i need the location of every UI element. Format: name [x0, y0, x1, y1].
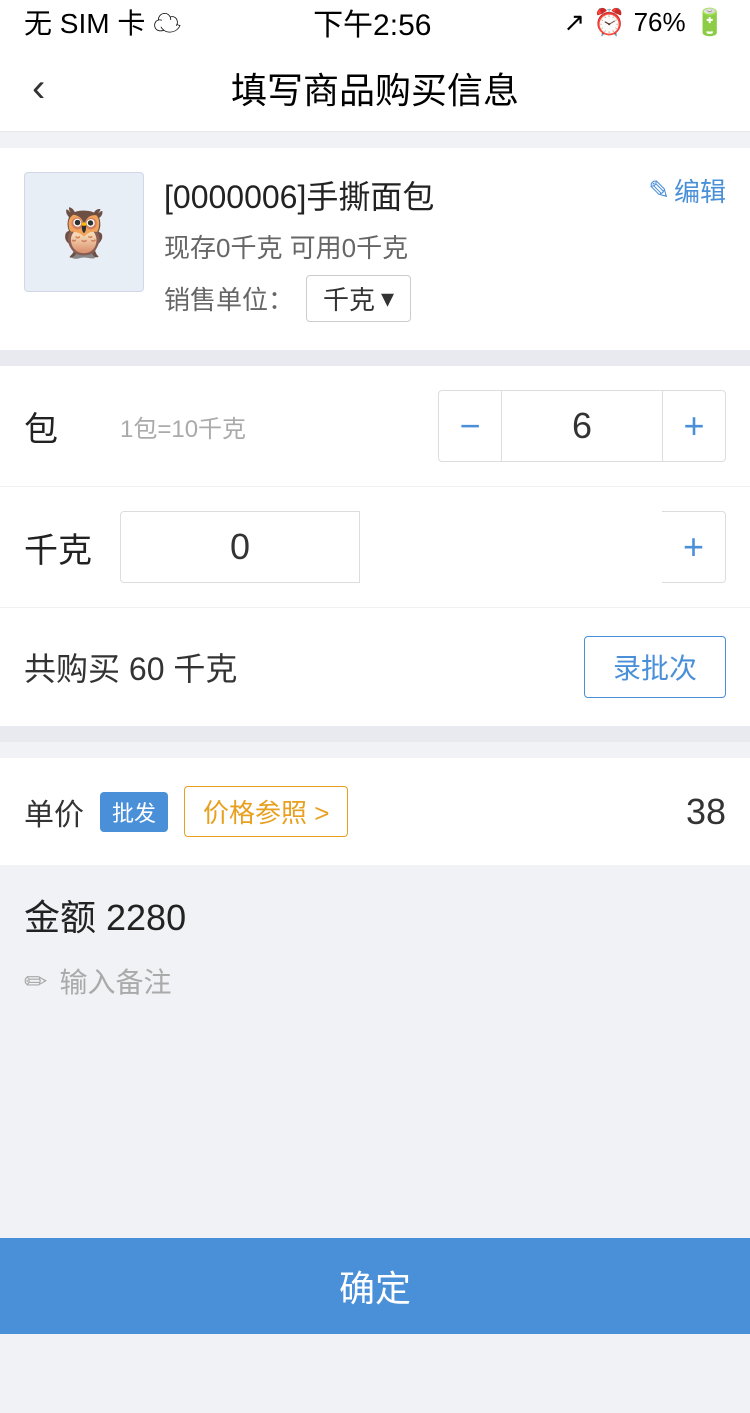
status-left: 无 SIM 卡 ☁	[24, 2, 181, 42]
page-title: 填写商品购买信息	[231, 62, 519, 114]
battery-level: 76%	[634, 7, 686, 38]
section-divider-2	[0, 726, 750, 742]
package-quantity-control: − +	[438, 390, 726, 462]
price-value: 38	[686, 791, 726, 833]
package-hint: 1包=10千克	[120, 409, 422, 444]
amount-label: 金额	[24, 897, 106, 938]
unit-label: 销售单位：	[164, 280, 294, 317]
kg-row: 千克 +	[0, 487, 750, 608]
product-card: 🦉 [0000006]手撕面包 ✎ 编辑 现存0千克 可用0千克 销售单位： 千…	[0, 148, 750, 350]
confirm-button[interactable]: 确定	[0, 1238, 750, 1334]
section-divider-1	[0, 350, 750, 366]
price-label: 单价	[24, 790, 84, 834]
product-stock: 现存0千克 可用0千克	[164, 228, 726, 265]
pencil-icon: ✏	[24, 965, 47, 998]
price-row: 单价 批发 价格参照 > 38	[0, 758, 750, 865]
input-section: 包 1包=10千克 − + 千克 + 共购买 60 千克 录批次	[0, 366, 750, 726]
product-name: [0000006]手撕面包	[164, 172, 434, 218]
nav-bar: ‹ 填写商品购买信息	[0, 44, 750, 132]
product-unit-row: 销售单位： 千克 ▾	[164, 275, 726, 322]
product-thumbnail: 🦉	[24, 172, 144, 292]
product-thumb-icon: 🦉	[54, 204, 114, 261]
summary-text: 共购买 60 千克	[24, 644, 237, 690]
kg-plus-button[interactable]: +	[662, 511, 726, 583]
summary-row: 共购买 60 千克 录批次	[0, 608, 750, 726]
price-reference-button[interactable]: 价格参照 >	[184, 786, 348, 837]
product-info: [0000006]手撕面包 ✎ 编辑 现存0千克 可用0千克 销售单位： 千克 …	[164, 172, 726, 322]
location-icon: ↗	[563, 7, 585, 38]
price-section: 单价 批发 价格参照 > 38	[0, 758, 750, 865]
amount-number: 2280	[106, 897, 186, 938]
sim-status: 无 SIM 卡 ☁	[24, 2, 181, 42]
kg-label: 千克	[24, 523, 104, 572]
kg-quantity-input[interactable]	[120, 511, 360, 583]
package-plus-button[interactable]: +	[662, 390, 726, 462]
amount-section: 金额 2280 ✏ 输入备注	[0, 865, 750, 1017]
edit-label: 编辑	[674, 172, 726, 209]
chevron-down-icon: ▾	[381, 283, 394, 314]
status-time: 下午2:56	[313, 0, 431, 44]
edit-icon: ✎	[648, 175, 670, 206]
battery-icon: 🔋	[694, 7, 726, 38]
product-title-row: [0000006]手撕面包 ✎ 编辑	[164, 172, 726, 218]
package-minus-button[interactable]: −	[438, 390, 502, 462]
status-right: ↗ ⏰ 76% 🔋	[563, 7, 726, 38]
package-row: 包 1包=10千克 − +	[0, 366, 750, 487]
edit-button[interactable]: ✎ 编辑	[648, 172, 726, 209]
status-bar: 无 SIM 卡 ☁ 下午2:56 ↗ ⏰ 76% 🔋	[0, 0, 750, 44]
unit-value: 千克	[323, 280, 375, 317]
alarm-icon: ⏰	[593, 7, 625, 38]
back-button[interactable]: ‹	[24, 60, 53, 116]
remark-row[interactable]: ✏ 输入备注	[24, 961, 726, 1001]
remark-placeholder: 输入备注	[59, 961, 171, 1001]
package-label: 包	[24, 402, 104, 451]
amount-row: 金额 2280	[24, 889, 726, 941]
price-tag: 批发	[100, 792, 168, 832]
package-quantity-input[interactable]	[502, 390, 662, 462]
batch-button[interactable]: 录批次	[584, 636, 726, 698]
unit-dropdown[interactable]: 千克 ▾	[306, 275, 411, 322]
